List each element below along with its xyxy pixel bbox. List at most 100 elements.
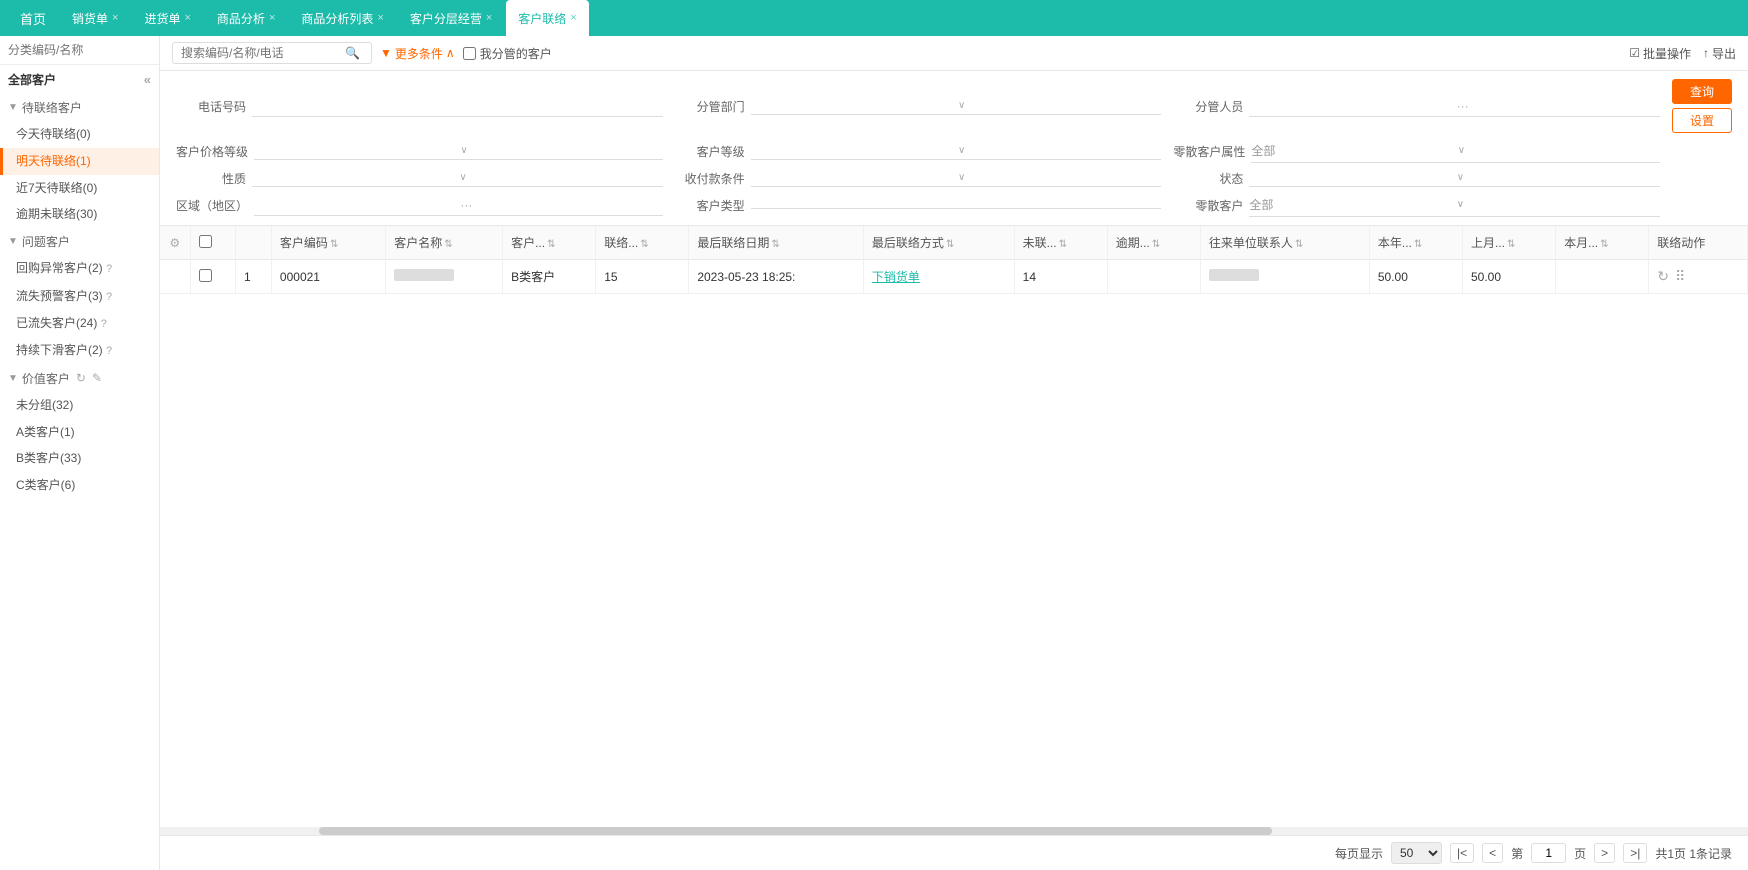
- th-this-year[interactable]: 本年...⇅: [1369, 226, 1462, 260]
- nav-close-purchase[interactable]: ×: [184, 12, 190, 24]
- sidebar-item-ungrouped[interactable]: 未分组(32): [0, 392, 159, 419]
- batch-icon: ☑: [1629, 46, 1640, 60]
- table-area: ⚙ 客户编码⇅ 客户名称⇅ 客户...⇅ 联络...⇅ 最后联络日期⇅ 最后联络…: [160, 226, 1748, 827]
- sidebar-group-pending[interactable]: ▼ 待联络客户: [0, 94, 159, 121]
- filter-person-select[interactable]: ···: [1249, 96, 1660, 117]
- sidebar-item-7days[interactable]: 近7天待联络(0): [0, 175, 159, 202]
- search-input[interactable]: [181, 46, 341, 60]
- row-last-method[interactable]: 下销货单: [863, 260, 1014, 294]
- nav-home[interactable]: 首页: [8, 0, 58, 36]
- th-last-date[interactable]: 最后联络日期⇅: [689, 226, 864, 260]
- row-action-more[interactable]: ⠿: [1675, 268, 1685, 285]
- sidebar-group-value[interactable]: ▼ 价值客户 ↻ ✎: [0, 365, 159, 392]
- th-this-month[interactable]: 本月...⇅: [1556, 226, 1649, 260]
- nav-sales-order[interactable]: 销货单 ×: [60, 0, 130, 36]
- sidebar-item-classC[interactable]: C类客户(6): [0, 472, 159, 499]
- sidebar-item-lost-warning[interactable]: 流失预警客户(3) ?: [0, 283, 159, 310]
- table-settings-col[interactable]: ⚙: [160, 226, 190, 260]
- filter-gender-select[interactable]: ∨: [252, 169, 663, 187]
- nav-purchase-order[interactable]: 进货单 ×: [132, 0, 202, 36]
- sidebar-item-abnormal[interactable]: 回购异常客户(2) ?: [0, 255, 159, 282]
- sidebar-collapse-icon[interactable]: «: [144, 72, 151, 87]
- sidebar-group-problem[interactable]: ▼ 问题客户: [0, 228, 159, 255]
- sidebar-item-lost[interactable]: 已流失客户(24) ?: [0, 310, 159, 337]
- horizontal-scrollbar[interactable]: [160, 827, 1748, 835]
- my-customers-checkbox[interactable]: [463, 47, 476, 60]
- filter-status-select[interactable]: ∨: [1249, 169, 1660, 187]
- th-contact-count[interactable]: 联络...⇅: [596, 226, 689, 260]
- pagination-first[interactable]: |<: [1450, 843, 1474, 863]
- filter-row-4: 区域（地区） ··· 客户类型 零散客户 全部 ∨: [176, 193, 1732, 217]
- table-header-row: ⚙ 客户编码⇅ 客户名称⇅ 客户...⇅ 联络...⇅ 最后联络日期⇅ 最后联络…: [160, 226, 1748, 260]
- filter-customer-level-label: 客户等级: [675, 143, 745, 160]
- filter-gender: 性质 ∨: [176, 169, 663, 187]
- sidebar-item-overdue[interactable]: 逾期未联络(30): [0, 201, 159, 228]
- scrollbar-thumb[interactable]: [319, 827, 1272, 835]
- filter-retail-attr-select[interactable]: 全部 ∨: [1251, 139, 1660, 163]
- more-icon-2: ···: [460, 198, 662, 212]
- filter-retail-customer-select[interactable]: 全部 ∨: [1249, 193, 1660, 217]
- sidebar-item-classA[interactable]: A类客户(1): [0, 419, 159, 446]
- sidebar-item-classB[interactable]: B类客户(33): [0, 445, 159, 472]
- filter-customer-type-label: 客户类型: [675, 197, 745, 214]
- pagination-last[interactable]: >|: [1623, 843, 1647, 863]
- page-input[interactable]: [1531, 843, 1566, 863]
- table-checkbox-col[interactable]: [190, 226, 236, 260]
- filter-region-select[interactable]: ···: [254, 195, 663, 216]
- row-overdue: [1107, 260, 1200, 294]
- filter-payment-label: 收付款条件: [675, 170, 745, 187]
- th-last-month[interactable]: 上月...⇅: [1462, 226, 1555, 260]
- th-overdue[interactable]: 逾期...⇅: [1107, 226, 1200, 260]
- filter-dept-select[interactable]: ∨: [751, 97, 1162, 115]
- query-button[interactable]: 查询: [1672, 79, 1732, 104]
- th-company-contact[interactable]: 往来单位联系人⇅: [1200, 226, 1369, 260]
- filter-phone-input[interactable]: [252, 96, 663, 117]
- filter-retail-attr-label: 零散客户属性: [1173, 143, 1245, 160]
- sidebar-value-refresh[interactable]: ↻: [76, 371, 86, 385]
- chevron-down-icon-8: ∨: [1457, 199, 1660, 210]
- row-settings[interactable]: [160, 260, 190, 294]
- toolbar: 🔍 ▼ 更多条件 ∧ 我分管的客户 ☑ 批量操作 ↑ 导出: [160, 36, 1748, 71]
- nav-product-analysis-list[interactable]: 商品分析列表 ×: [289, 0, 395, 36]
- nav-product-analysis[interactable]: 商品分析 ×: [205, 0, 287, 36]
- settings-button[interactable]: 设置: [1672, 108, 1732, 133]
- nav-close-product-list[interactable]: ×: [377, 12, 383, 24]
- filter-payment-select[interactable]: ∨: [751, 169, 1162, 187]
- nav-close-contact[interactable]: ×: [570, 12, 576, 24]
- th-code[interactable]: 客户编码⇅: [271, 226, 385, 260]
- pagination-prev[interactable]: <: [1482, 843, 1503, 863]
- sidebar-item-today[interactable]: 今天待联络(0): [0, 121, 159, 148]
- sidebar-item-tomorrow[interactable]: 明天待联络(1): [0, 148, 159, 175]
- my-customers-checkbox-label[interactable]: 我分管的客户: [463, 45, 552, 62]
- row-checkbox-cell[interactable]: [190, 260, 236, 294]
- sidebar-all-customers[interactable]: 全部客户 «: [0, 65, 159, 94]
- nav-close-sales[interactable]: ×: [112, 12, 118, 24]
- filter-customer-level: 客户等级 ∨: [675, 142, 1162, 160]
- select-all-checkbox[interactable]: [199, 235, 212, 248]
- main-layout: 🔍 全部客户 « ▼ 待联络客户 今天待联络(0) 明天待联络(1) 近7天待联…: [0, 36, 1748, 870]
- th-last-method[interactable]: 最后联络方式⇅: [863, 226, 1014, 260]
- filter-customer-value-label: 客户价格等级: [176, 143, 248, 160]
- pagination-next[interactable]: >: [1594, 843, 1615, 863]
- export-btn[interactable]: ↑ 导出: [1703, 45, 1736, 62]
- page-size-select[interactable]: 50 100 200: [1391, 842, 1442, 864]
- filter-more-btn[interactable]: ▼ 更多条件 ∧: [380, 45, 455, 62]
- sidebar-value-edit[interactable]: ✎: [92, 371, 102, 385]
- th-not-contacted[interactable]: 未联...⇅: [1014, 226, 1107, 260]
- sort-icon-company: ⇅: [1295, 239, 1303, 250]
- sidebar-search-input[interactable]: [8, 43, 160, 57]
- filter-customer-type-select[interactable]: [751, 202, 1162, 209]
- batch-operation-btn[interactable]: ☑ 批量操作: [1629, 45, 1691, 62]
- filter-customer-value-select[interactable]: ∨: [254, 142, 663, 160]
- sidebar-arrow-problem: ▼: [8, 236, 18, 247]
- sidebar-item-declining[interactable]: 持续下滑客户(2) ?: [0, 337, 159, 364]
- nav-close-tier[interactable]: ×: [486, 12, 492, 24]
- row-checkbox[interactable]: [199, 269, 212, 282]
- nav-customer-tier[interactable]: 客户分层经营 ×: [398, 0, 504, 36]
- row-action-refresh[interactable]: ↻: [1657, 268, 1669, 285]
- th-type[interactable]: 客户...⇅: [503, 226, 596, 260]
- filter-customer-level-select[interactable]: ∨: [751, 142, 1162, 160]
- nav-close-product-analysis[interactable]: ×: [269, 12, 275, 24]
- th-name[interactable]: 客户名称⇅: [386, 226, 503, 260]
- nav-customer-contact[interactable]: 客户联络 ×: [506, 0, 588, 36]
